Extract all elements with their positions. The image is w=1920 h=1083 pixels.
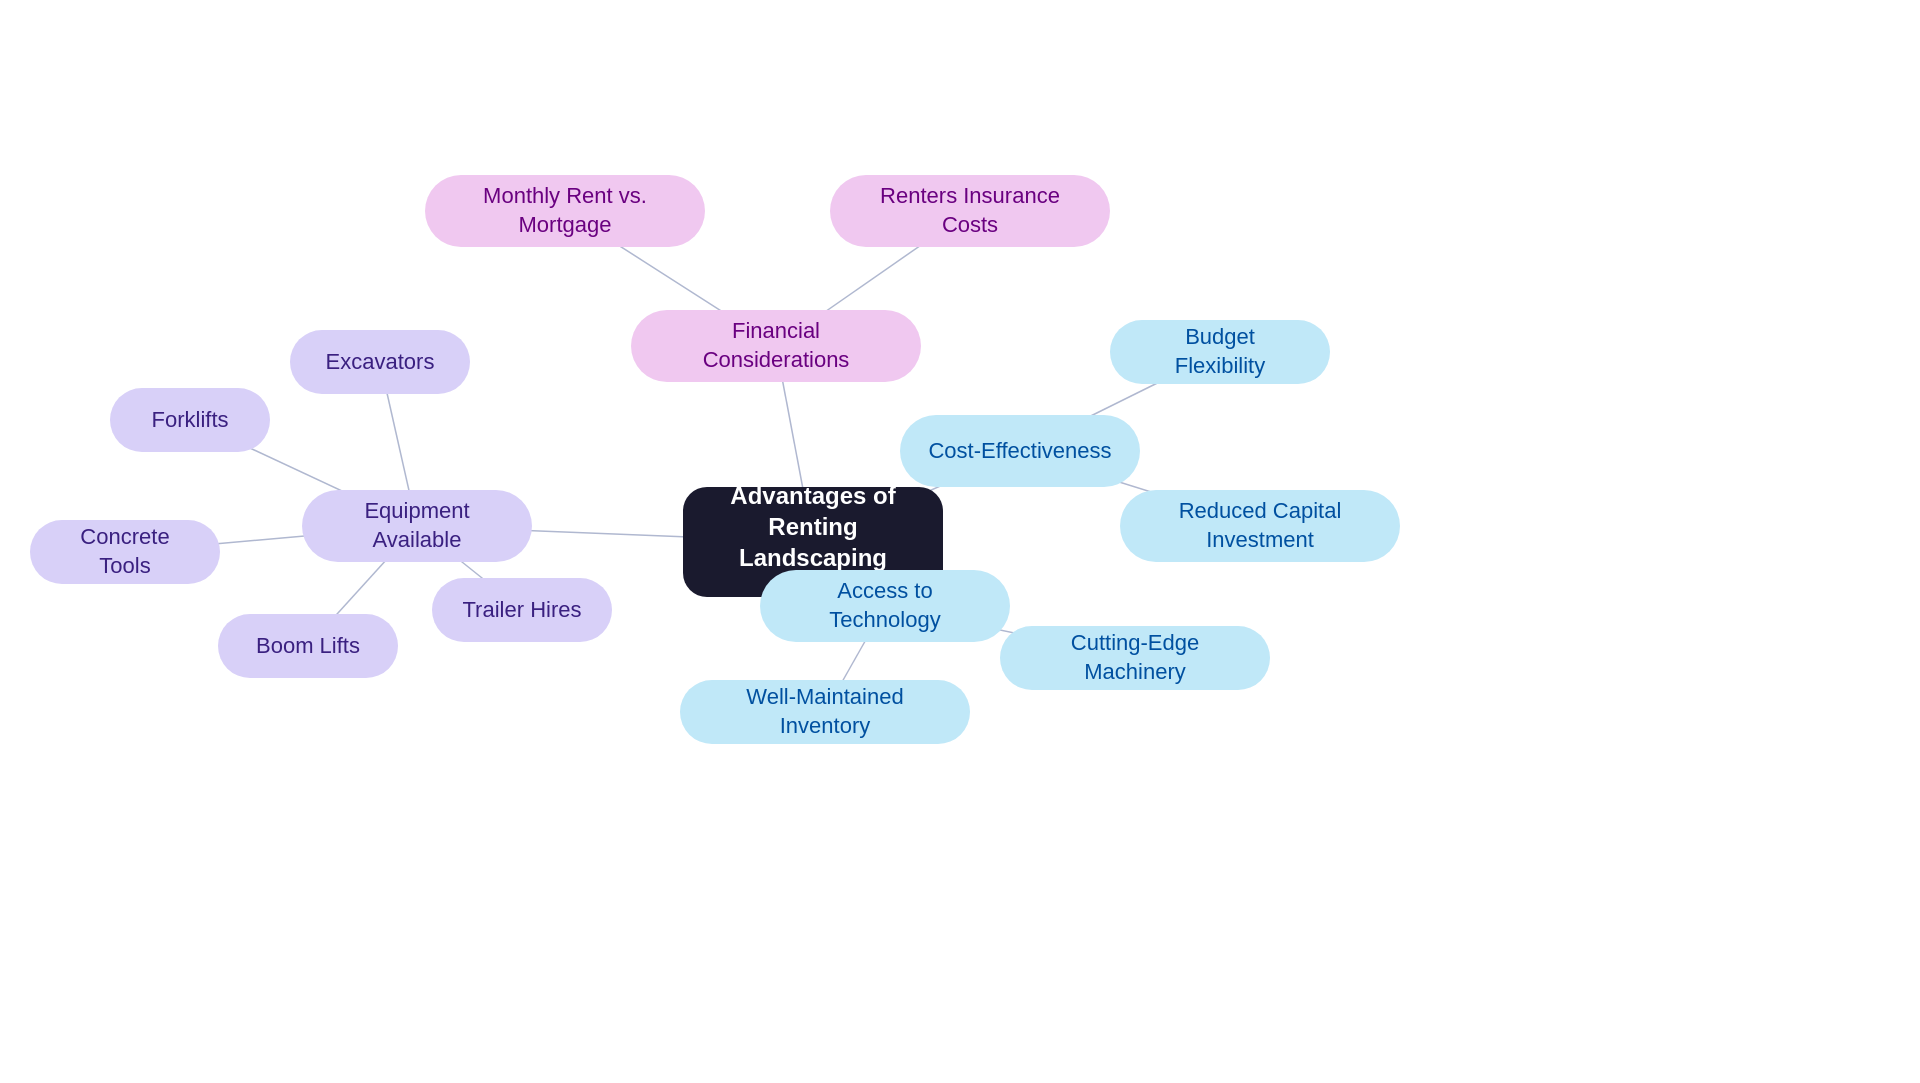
node-budget-flexibility: Budget Flexibility bbox=[1110, 320, 1330, 384]
node-forklifts: Forklifts bbox=[110, 388, 270, 452]
reduced-capital-label: Reduced Capital Investment bbox=[1148, 497, 1372, 554]
node-equipment-available: Equipment Available bbox=[302, 490, 532, 562]
access-technology-label: Access to Technology bbox=[788, 577, 982, 634]
excavators-label: Excavators bbox=[326, 348, 435, 377]
node-renters-insurance: Renters Insurance Costs bbox=[830, 175, 1110, 247]
node-concrete-tools: Concrete Tools bbox=[30, 520, 220, 584]
cutting-edge-label: Cutting-Edge Machinery bbox=[1028, 629, 1242, 686]
node-trailer-hires: Trailer Hires bbox=[432, 578, 612, 642]
node-cutting-edge: Cutting-Edge Machinery bbox=[1000, 626, 1270, 690]
node-monthly-rent: Monthly Rent vs. Mortgage bbox=[425, 175, 705, 247]
node-access-technology: Access to Technology bbox=[760, 570, 1010, 642]
renters-insurance-label: Renters Insurance Costs bbox=[858, 182, 1082, 239]
equipment-available-label: Equipment Available bbox=[330, 497, 504, 554]
concrete-tools-label: Concrete Tools bbox=[58, 523, 192, 580]
node-boom-lifts: Boom Lifts bbox=[218, 614, 398, 678]
budget-flexibility-label: Budget Flexibility bbox=[1138, 323, 1302, 380]
financial-considerations-label: Financial Considerations bbox=[659, 317, 893, 374]
node-well-maintained: Well-Maintained Inventory bbox=[680, 680, 970, 744]
monthly-rent-label: Monthly Rent vs. Mortgage bbox=[453, 182, 677, 239]
boom-lifts-label: Boom Lifts bbox=[256, 632, 360, 661]
well-maintained-label: Well-Maintained Inventory bbox=[708, 683, 942, 740]
cost-effectiveness-label: Cost-Effectiveness bbox=[928, 437, 1111, 466]
node-financial-considerations: Financial Considerations bbox=[631, 310, 921, 382]
forklifts-label: Forklifts bbox=[152, 406, 229, 435]
node-excavators: Excavators bbox=[290, 330, 470, 394]
node-cost-effectiveness: Cost-Effectiveness bbox=[900, 415, 1140, 487]
trailer-hires-label: Trailer Hires bbox=[463, 596, 582, 625]
node-reduced-capital: Reduced Capital Investment bbox=[1120, 490, 1400, 562]
